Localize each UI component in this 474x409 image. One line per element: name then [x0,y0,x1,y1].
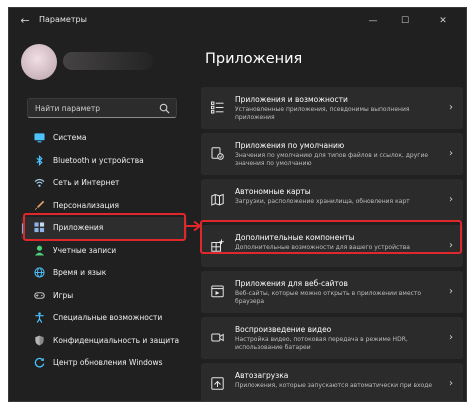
sidebar-item-accessibility[interactable]: Специальные возможности [21,307,187,330]
card-title: Приложения по умолчанию [235,141,345,150]
chevron-right-icon: › [449,332,453,343]
sidebar-item-privacy[interactable]: Конфиденциальность и защита [21,330,187,353]
sidebar-item-windows-update[interactable]: Центр обновления Windows [21,352,187,375]
map-icon [211,193,224,206]
sidebar-item-label: Учетные записи [53,245,117,255]
update-icon [34,357,45,368]
minimize-button[interactable]: — [359,12,387,30]
card-subtitle: Установленные приложения, псевдонимы вып… [235,106,410,121]
profile-name-blurred [63,52,153,70]
back-button[interactable]: ← [17,13,33,29]
chevron-right-icon: › [449,194,453,205]
chevron-right-icon: › [449,102,453,113]
user-profile[interactable] [19,42,169,84]
card-web-apps[interactable]: Приложения для веб-сайтов Веб-сайты, кот… [201,271,463,313]
accessibility-icon [35,312,44,323]
shield-icon [35,335,44,345]
card-video-playback[interactable]: Воспроизведение видео Настройка видео, п… [201,317,463,359]
avatar [21,44,57,80]
chevron-right-icon: › [449,378,453,389]
highlight-box-sidebar [23,213,186,241]
arrow-right-icon [186,220,202,232]
video-icon [211,333,224,342]
sidebar-item-system[interactable]: Система [21,127,187,150]
sidebar-item-label: Игры [53,290,74,300]
title-bar: ← Параметры — ☐ ✕ [9,8,466,34]
startup-icon [211,377,224,390]
card-subtitle: Настройка видео, потоковая передача в ре… [235,336,408,351]
sidebar-item-label: Сеть и Интернет [53,178,120,187]
card-apps-features[interactable]: Приложения и возможности Установленные п… [201,87,463,129]
search-input[interactable] [35,102,155,115]
list-icon [211,101,224,114]
chevron-right-icon: › [449,148,453,159]
card-title: Приложения и возможности [235,95,348,104]
settings-window: ← Параметры — ☐ ✕ Система Bluetooth и ус… [8,7,467,402]
card-subtitle: Значения по умолчанию для типов файлов и… [235,152,429,167]
sidebar-item-gaming[interactable]: Игры [21,285,187,308]
window-title: Параметры [39,15,87,24]
chevron-right-icon: › [449,286,453,297]
person-icon [34,245,45,256]
card-title: Автозагрузка [235,371,289,380]
bluetooth-icon [36,154,43,166]
card-offline-maps[interactable]: Автономные карты Загрузки, расположение … [201,179,463,221]
card-subtitle: Приложения, которые запускаются автомати… [235,382,433,389]
card-title: Воспроизведение видео [235,325,332,334]
page-title: Приложения [205,51,303,67]
web-apps-icon [211,285,224,298]
wifi-icon [34,178,45,187]
maximize-button[interactable]: ☐ [391,12,419,30]
card-subtitle: Загрузки, расположение хранилища, обновл… [235,198,410,205]
sidebar-item-bluetooth[interactable]: Bluetooth и устройства [21,150,187,173]
sidebar-item-label: Персонализация [53,200,119,210]
card-title: Приложения для веб-сайтов [235,279,348,288]
close-button[interactable]: ✕ [429,12,457,30]
card-default-apps[interactable]: Приложения по умолчанию Значения по умол… [201,133,463,175]
gamepad-icon [34,291,45,299]
card-title: Автономные карты [235,187,311,196]
search-icon[interactable] [159,103,170,114]
sidebar-item-label: Система [53,133,87,142]
sidebar-nav: Система Bluetooth и устройства Сеть и Ин… [21,127,187,375]
sidebar-item-label: Специальные возможности [53,313,163,322]
search-box[interactable] [27,98,177,118]
card-startup[interactable]: Автозагрузка Приложения, которые запуска… [201,363,463,401]
sidebar-item-accounts[interactable]: Учетные записи [21,240,187,263]
sidebar-item-label: Конфиденциальность и защита [53,335,180,345]
brush-icon [34,200,45,210]
sidebar-item-label: Bluetooth и устройства [53,155,144,165]
monitor-icon [34,133,45,143]
globe-icon [34,267,45,278]
highlight-box-card [200,220,462,254]
sidebar-item-time-language[interactable]: Время и язык [21,262,187,285]
sidebar-item-label: Время и язык [53,268,107,277]
sidebar-item-label: Центр обновления Windows [53,358,163,367]
sidebar-item-network[interactable]: Сеть и Интернет [21,172,187,195]
card-subtitle: Веб-сайты, которые можно открыть в прило… [235,290,422,305]
default-apps-icon [211,147,224,160]
